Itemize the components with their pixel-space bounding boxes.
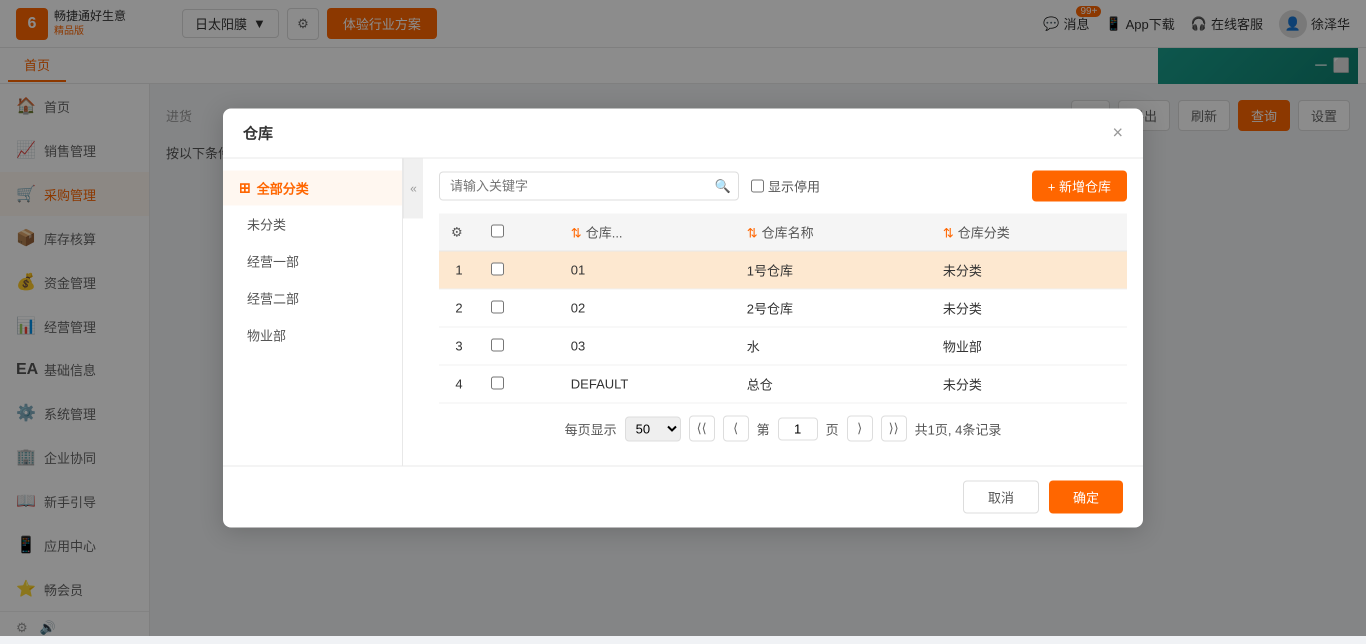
col-category[interactable]: ⇅仓库分类	[931, 214, 1127, 252]
search-icon[interactable]: 🔍	[715, 178, 731, 194]
close-button[interactable]: ×	[1112, 123, 1123, 144]
sort-icon: ⇅	[571, 226, 582, 241]
col-gear: ⚙	[439, 214, 479, 252]
last-page-icon: ⟩⟩	[889, 421, 899, 437]
table-row[interactable]: 3 03 水 物业部	[439, 327, 1127, 365]
search-input[interactable]	[439, 172, 739, 201]
row-checkbox[interactable]	[491, 300, 504, 313]
category-unclassified[interactable]: 未分类	[223, 206, 402, 243]
cancel-button[interactable]: 取消	[963, 481, 1039, 514]
warehouse-table: ⚙ ⇅仓库... ⇅仓库名称 ⇅仓库分类 1 01 1号仓库 未分类	[439, 214, 1127, 404]
add-warehouse-button[interactable]: + 新增仓库	[1032, 171, 1127, 202]
modal-body: ⊞ 全部分类 未分类 经营一部 经营二部 物业部 « 🔍 显示停用	[223, 159, 1143, 466]
row-checkbox[interactable]	[491, 262, 504, 275]
table-row[interactable]: 1 01 1号仓库 未分类	[439, 251, 1127, 289]
grid-icon: ⊞	[239, 180, 251, 197]
first-page-icon: ⟨⟨	[697, 421, 707, 437]
category-ops1[interactable]: 经营一部	[223, 243, 402, 280]
sort-icon: ⇅	[943, 226, 954, 241]
all-categories[interactable]: ⊞ 全部分类	[223, 171, 402, 206]
modal-header: 仓库 ×	[223, 109, 1143, 159]
select-all-checkbox[interactable]	[491, 224, 504, 237]
table-area: 🔍 显示停用 + 新增仓库 ⚙ ⇅仓库... ⇅仓库名称 ⇅仓库分类	[423, 159, 1143, 466]
first-page-button[interactable]: ⟨⟨	[689, 416, 715, 442]
col-checkbox	[479, 214, 559, 252]
prev-page-icon: ⟨	[733, 421, 738, 437]
col-name[interactable]: ⇅仓库名称	[735, 214, 931, 252]
col-code[interactable]: ⇅仓库...	[559, 214, 735, 252]
category-ops2[interactable]: 经营二部	[223, 280, 402, 317]
sort-icon: ⇅	[747, 226, 758, 241]
search-bar: 🔍 显示停用 + 新增仓库	[439, 171, 1127, 202]
next-page-button[interactable]: ⟩	[847, 416, 873, 442]
show-disabled-checkbox[interactable]	[751, 180, 764, 193]
confirm-button[interactable]: 确定	[1049, 481, 1123, 514]
collapse-sidebar-button[interactable]: «	[403, 159, 423, 219]
modal-title: 仓库	[243, 123, 273, 144]
category-property[interactable]: 物业部	[223, 317, 402, 354]
per-page-select[interactable]: 50 10 20 100	[625, 416, 681, 441]
row-checkbox[interactable]	[491, 376, 504, 389]
category-sidebar: ⊞ 全部分类 未分类 经营一部 经营二部 物业部	[223, 159, 403, 466]
row-checkbox[interactable]	[491, 338, 504, 351]
search-wrap: 🔍	[439, 172, 739, 201]
table-row[interactable]: 4 DEFAULT 总仓 未分类	[439, 365, 1127, 403]
pagination: 每页显示 50 10 20 100 ⟨⟨ ⟨ 第 页 ⟩	[439, 404, 1127, 454]
next-page-icon: ⟩	[857, 421, 862, 437]
show-disabled-label[interactable]: 显示停用	[751, 177, 820, 196]
modal-footer: 取消 确定	[223, 466, 1143, 528]
table-row[interactable]: 2 02 2号仓库 未分类	[439, 289, 1127, 327]
warehouse-modal: 仓库 × ⊞ 全部分类 未分类 经营一部 经营二部 物业部 « 🔍	[223, 109, 1143, 528]
prev-page-button[interactable]: ⟨	[723, 416, 749, 442]
page-number-input[interactable]	[778, 417, 818, 440]
last-page-button[interactable]: ⟩⟩	[881, 416, 907, 442]
